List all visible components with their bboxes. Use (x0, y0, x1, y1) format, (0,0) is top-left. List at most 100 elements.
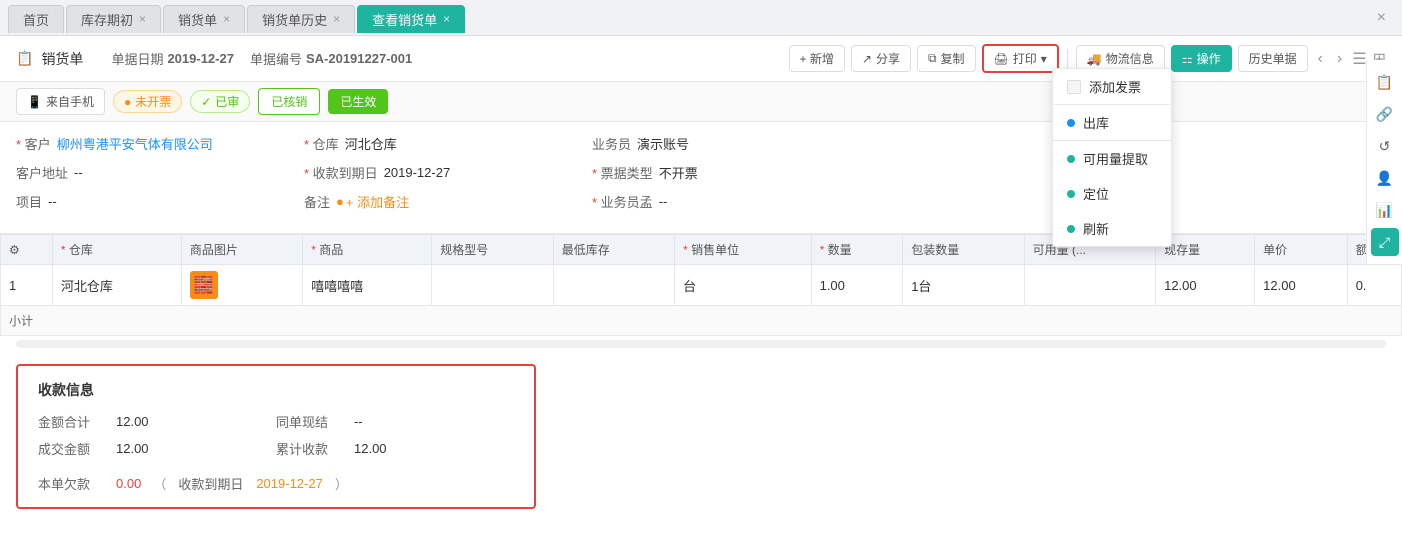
warehouse-value: 河北仓库 (345, 134, 397, 153)
col-product: 商品 (303, 235, 432, 265)
dropdown-locate[interactable]: 定位 (1053, 176, 1171, 211)
next-arrow[interactable]: › (1333, 50, 1346, 68)
tab-sales-close[interactable]: × (223, 12, 230, 26)
main-content: 📋 销货单 单据日期 2019-12-27 单据编号 SA-20191227-0… (0, 36, 1402, 537)
not-open-pill: ● 未开票 (113, 90, 182, 113)
salesman-label: 业务员孟 (592, 192, 653, 211)
doc-number-label: 单据编号 SA-20191227-001 (250, 49, 412, 68)
ticket-label: 票据类型 (592, 163, 653, 182)
payment-arrears-value: 0.00 (116, 476, 141, 491)
doc-meta: 单据日期 2019-12-27 单据编号 SA-20191227-001 (111, 49, 412, 68)
window-close-button[interactable]: × (1369, 9, 1394, 27)
payment-accumulated-label: 累计收款 (276, 439, 346, 458)
operation-button[interactable]: ⚏ 操作 (1171, 45, 1232, 72)
form-row-3: 项目 -- 备注 ● + 添加备注 业务员孟 -- (16, 192, 1386, 211)
tab-inventory[interactable]: 库存期初 × (66, 5, 161, 33)
prev-arrow[interactable]: ‹ (1314, 50, 1327, 68)
tab-view-sales[interactable]: 查看销货单 × (357, 5, 465, 33)
note-field: 备注 ● + 添加备注 (304, 192, 584, 211)
payment-section: 收款信息 金额合计 12.00 同单现结 -- 成交金额 12.00 (0, 352, 1402, 537)
horizontal-scrollbar[interactable] (16, 340, 1386, 348)
col-pack-qty: 包装数量 (903, 235, 1024, 265)
cancelled-button[interactable]: 已核销 (258, 88, 320, 115)
from-phone-button[interactable]: 📱 来自手机 (16, 88, 105, 115)
product-thumbnail: 🧱 (190, 271, 218, 299)
check-pill: ✓ 已审 (190, 90, 250, 113)
print-dropdown-icon: ▾ (1041, 52, 1047, 66)
address-field: 客户地址 -- (16, 163, 296, 182)
view-list-icon[interactable]: ☰ (1352, 49, 1366, 69)
sidebar-chart-icon[interactable]: 📊 (1371, 196, 1399, 224)
row-current: 12.00 (1156, 265, 1255, 306)
product-table: ⚙ 仓库 商品图片 商品 规格型号 最低库存 销售单位 数量 包装数量 可用量 … (0, 234, 1402, 336)
row-amount: 0. (1347, 265, 1401, 306)
row-warehouse: 河北仓库 (52, 265, 181, 306)
warehouse-label: 仓库 (304, 134, 339, 153)
due-date-label: 收款到期日 (304, 163, 378, 182)
row-pack-qty: 1台 (903, 265, 1024, 306)
tab-sales-history[interactable]: 销货单历史 × (247, 5, 355, 33)
table-header-row: ⚙ 仓库 商品图片 商品 规格型号 最低库存 销售单位 数量 包装数量 可用量 … (1, 235, 1402, 265)
not-open-dot: ● (124, 95, 131, 109)
right-sidebar: 📋 🔗 ↺ 👤 📊 ⤢ (1366, 60, 1402, 264)
copy-button[interactable]: ⧉ 复制 (917, 45, 976, 72)
staff-field: 业务员 演示账号 (592, 134, 872, 153)
payment-box: 收款信息 金额合计 12.00 同单现结 -- 成交金额 12.00 (16, 364, 536, 509)
sidebar-doc-icon[interactable]: 📋 (1371, 68, 1399, 96)
row-qty: 1.00 (811, 265, 903, 306)
form-row-2: 客户地址 -- 收款到期日 2019-12-27 票据类型 不开票 (16, 163, 1386, 182)
action-bar: 📱 来自手机 ● 未开票 ✓ 已审 已核销 已生效 (0, 82, 1402, 122)
sidebar-user-icon[interactable]: 👤 (1371, 164, 1399, 192)
sidebar-refresh-icon[interactable]: ↺ (1371, 132, 1399, 160)
check-icon: ✓ (201, 95, 211, 109)
share-button[interactable]: ↗ 分享 (851, 45, 911, 72)
sidebar-expand-icon[interactable]: ⤢ (1371, 228, 1399, 256)
dropdown-refresh[interactable]: 刷新 (1053, 211, 1171, 246)
tab-sales[interactable]: 销货单 × (163, 5, 245, 33)
note-label: 备注 (304, 192, 330, 211)
dropdown-available-qty[interactable]: 可用量提取 (1053, 141, 1171, 176)
dot-teal-icon-2 (1067, 190, 1075, 198)
tab-home[interactable]: 首页 (8, 5, 64, 33)
payment-total-row: 金额合计 12.00 (38, 412, 276, 431)
effective-button[interactable]: 已生效 (328, 89, 388, 114)
row-unit: 台 (675, 265, 811, 306)
product-table-container: ⚙ 仓库 商品图片 商品 规格型号 最低库存 销售单位 数量 包装数量 可用量 … (0, 233, 1402, 352)
payment-total-label: 金额合计 (38, 412, 108, 431)
payment-paren-close: ） (335, 474, 348, 493)
tab-inventory-close[interactable]: × (139, 12, 146, 26)
tab-sales-history-close[interactable]: × (333, 12, 340, 26)
project-value: -- (48, 194, 57, 209)
logistics-icon: 🚚 (1087, 52, 1102, 66)
ticket-value: 不开票 (659, 163, 698, 182)
warehouse-field: 仓库 河北仓库 (304, 134, 584, 153)
new-button[interactable]: + 新增 (789, 45, 845, 72)
row-min-stock (553, 265, 674, 306)
payment-paren-open: （ (153, 474, 166, 493)
row-unit-price: 12.00 (1255, 265, 1348, 306)
col-min-stock: 最低库存 (553, 235, 674, 265)
add-note-button[interactable]: ● + 添加备注 (336, 192, 409, 211)
subtotal-row: 小计 (1, 306, 1402, 336)
row-image: 🧱 (181, 265, 302, 306)
payment-settlement-value: -- (354, 414, 363, 429)
col-settings[interactable]: ⚙ (1, 235, 53, 265)
salesman-field: 业务员孟 -- (592, 192, 872, 211)
payment-transaction-value: 12.00 (116, 441, 149, 456)
print-button[interactable]: 🖨 打印 ▾ (982, 44, 1059, 73)
row-available (1024, 265, 1155, 306)
customer-field: 客户 柳州粤港平安气体有限公司 (16, 134, 296, 153)
dropdown-add-invoice[interactable]: 添加发票 (1053, 69, 1171, 104)
project-label: 项目 (16, 192, 42, 211)
checkbox-icon (1067, 80, 1081, 94)
dropdown-outbound[interactable]: 出库 (1053, 105, 1171, 140)
payment-settlement-label: 同单现结 (276, 412, 346, 431)
history-button[interactable]: 历史单据 (1238, 45, 1308, 72)
customer-value[interactable]: 柳州粤港平安气体有限公司 (57, 134, 213, 153)
sidebar-link-icon[interactable]: 🔗 (1371, 100, 1399, 128)
payment-transaction-row: 成交金额 12.00 (38, 439, 276, 458)
plus-icon: ● (336, 194, 344, 209)
col-model: 规格型号 (432, 235, 553, 265)
doc-icon: 📋 (16, 50, 33, 67)
tab-view-sales-close[interactable]: × (443, 12, 450, 26)
